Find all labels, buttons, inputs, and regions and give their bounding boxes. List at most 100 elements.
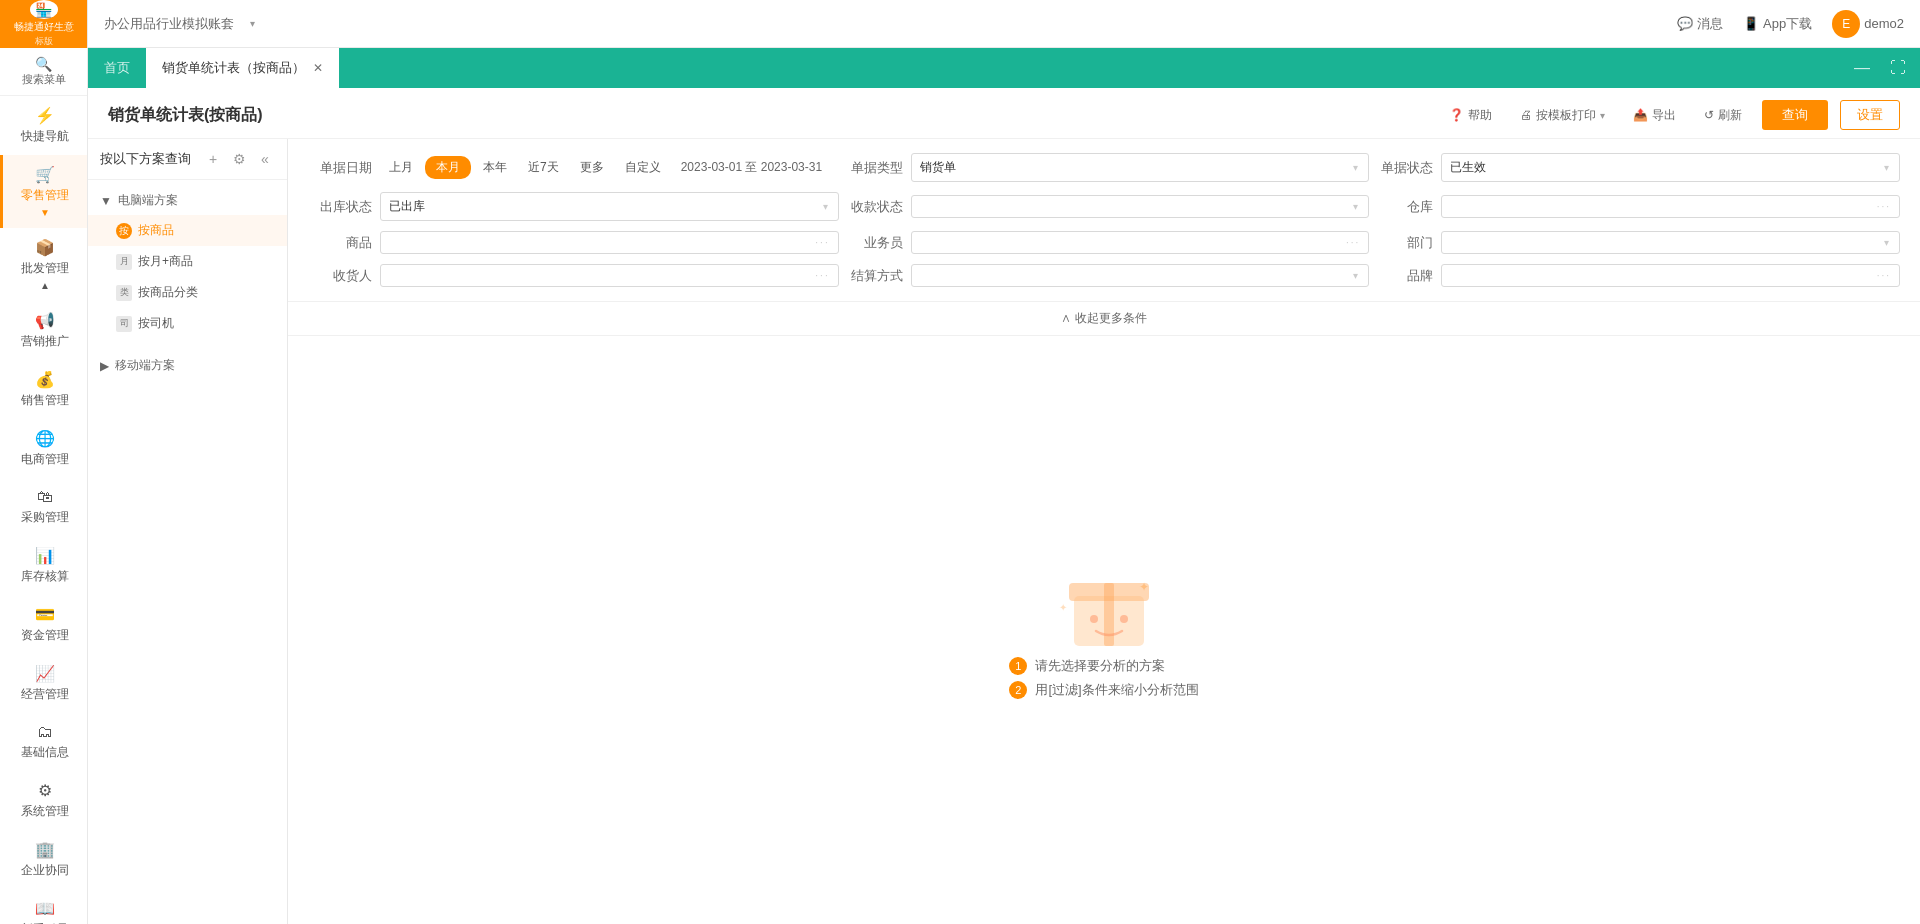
payment-filter-group: ▾ <box>911 264 1370 287</box>
staff-input[interactable]: ··· <box>911 231 1370 254</box>
brand-label: 品牌 <box>1369 267 1441 285</box>
date-filter-group: 上月 本月 本年 近7天 更多 自定义 2023-03-01 至 2023-03… <box>380 155 839 180</box>
message-icon: 💬 <box>1677 16 1693 31</box>
active-dot-icon: 按 <box>116 223 132 239</box>
setting-button[interactable]: 设置 <box>1840 100 1900 130</box>
warehouse-dots: ··· <box>1877 201 1891 212</box>
date-btn-this-year[interactable]: 本年 <box>474 155 516 180</box>
date-btn-this-month[interactable]: 本月 <box>425 156 471 179</box>
warehouse-select[interactable]: ··· <box>1441 195 1900 218</box>
purchase-icon: 🛍 <box>37 488 53 506</box>
user-action[interactable]: E demo2 <box>1832 10 1904 38</box>
filter-row-3: 商品 ··· 业务员 ··· <box>308 231 1900 254</box>
type-select[interactable]: 销货单 ▾ <box>911 153 1370 182</box>
dept-select[interactable]: ▾ <box>1441 231 1900 254</box>
sidebar-item-ecom[interactable]: 🌐 电商管理 <box>0 419 87 478</box>
date-btn-7days[interactable]: 近7天 <box>519 155 568 180</box>
sidebar-item-system[interactable]: ⚙ 系统管理 <box>0 771 87 830</box>
retail-icon: 🛒 <box>35 165 55 184</box>
receiver-label: 收货人 <box>308 267 380 285</box>
tab-expand-btn[interactable]: ⛶ <box>1884 54 1912 82</box>
settings-scheme-icon[interactable]: ⚙ <box>229 149 249 169</box>
sidebar-item-inventory[interactable]: 📊 库存核算 <box>0 536 87 595</box>
refresh-btn[interactable]: ↺ 刷新 <box>1696 103 1750 128</box>
help-btn[interactable]: ❓ 帮助 <box>1441 103 1500 128</box>
tree-group-mobile-arrow: ▶ <box>100 359 109 373</box>
stock-select[interactable]: 已出库 ▾ <box>380 192 839 221</box>
tab-minimize-btn[interactable]: — <box>1848 54 1876 82</box>
date-btn-more[interactable]: 更多 <box>571 155 613 180</box>
filter-row-4: 收货人 ··· 结算方式 ▾ <box>308 264 1900 287</box>
brand-input[interactable]: ··· <box>1441 264 1900 287</box>
add-scheme-icon[interactable]: + <box>203 149 223 169</box>
tab-sales-stats[interactable]: 销货单统计表（按商品） ✕ <box>146 48 339 88</box>
sidebar-search-menu[interactable]: 🔍 搜索菜单 <box>0 48 87 96</box>
receipt-select[interactable]: ▾ <box>911 195 1370 218</box>
sidebar-item-finance[interactable]: 💳 资金管理 <box>0 595 87 654</box>
type-label: 单据类型 <box>839 159 911 177</box>
stock-dropdown-icon: ▾ <box>823 201 830 212</box>
avatar: E <box>1832 10 1860 38</box>
sidebar-item-base[interactable]: 🗂 基础信息 <box>0 713 87 771</box>
tip1-text: 请先选择要分析的方案 <box>1035 657 1165 675</box>
tree-group-mobile-title[interactable]: ▶ 移动端方案 <box>88 351 287 380</box>
page-title: 销货单统计表(按商品) <box>108 105 263 126</box>
tab-home-label: 首页 <box>104 59 130 77</box>
status-select[interactable]: 已生效 ▾ <box>1441 153 1900 182</box>
page-content: 销货单统计表(按商品) ❓ 帮助 🖨 按模板打印 ▾ 📤 导出 ↺ 刷新 <box>88 88 1920 924</box>
tree-item-by-month-goods[interactable]: 月 按月+商品 <box>88 246 287 277</box>
sidebar-item-purchase[interactable]: 🛍 采购管理 <box>0 478 87 536</box>
wholesale-icon: 📦 <box>35 238 55 257</box>
refresh-icon: ↺ <box>1704 108 1714 122</box>
staff-label: 业务员 <box>839 234 911 252</box>
dept-dropdown-icon: ▾ <box>1884 237 1891 248</box>
goods-filter-group: ··· <box>380 231 839 254</box>
date-btn-custom[interactable]: 自定义 <box>616 155 670 180</box>
sidebar-item-wholesale[interactable]: 📦 批发管理 ▲ <box>0 228 87 301</box>
brand-filter-group: ··· <box>1441 264 1900 287</box>
export-icon: 📤 <box>1633 108 1648 122</box>
industry-dropdown-icon[interactable]: ▾ <box>250 18 255 29</box>
collapse-bar[interactable]: ∧ 收起更多条件 <box>288 302 1920 336</box>
sidebar-item-marketing[interactable]: 📢 营销推广 <box>0 301 87 360</box>
tree-item-by-goods[interactable]: 按 按商品 <box>88 215 287 246</box>
guide-icon: 📖 <box>35 899 55 918</box>
receiver-filter-group: ··· <box>380 264 839 287</box>
date-btn-last-month[interactable]: 上月 <box>380 155 422 180</box>
main-area: 办公用品行业模拟账套 ▾ 💬 消息 📱 App下载 E demo2 首页 销货单… <box>88 0 1920 924</box>
dept-filter-group: ▾ <box>1441 231 1900 254</box>
tree-item-by-driver[interactable]: 司 按司机 <box>88 308 287 339</box>
doc-status-label: 单据状态 <box>1369 159 1441 177</box>
left-panel-title: 按以下方案查询 <box>100 150 191 168</box>
message-action[interactable]: 💬 消息 <box>1677 15 1723 33</box>
template-print-btn[interactable]: 🖨 按模板打印 ▾ <box>1512 103 1613 128</box>
tree-group-desktop-title[interactable]: ▼ 电脑端方案 <box>88 186 287 215</box>
stock-value: 已出库 <box>389 198 425 215</box>
payment-select[interactable]: ▾ <box>911 264 1370 287</box>
goods-input[interactable]: ··· <box>380 231 839 254</box>
category-icon: 类 <box>116 285 132 301</box>
left-panel-icons: + ⚙ « <box>203 149 275 169</box>
sidebar-item-sales[interactable]: 💰 销售管理 <box>0 360 87 419</box>
app-download-action[interactable]: 📱 App下载 <box>1743 15 1812 33</box>
content-area: ✦ ✦ 1 请先选择要分析的方案 2 用[过滤]条件来缩小分析范围 <box>288 336 1920 924</box>
receiver-input[interactable]: ··· <box>380 264 839 287</box>
export-btn[interactable]: 📤 导出 <box>1625 103 1684 128</box>
tab-home[interactable]: 首页 <box>88 48 146 88</box>
sidebar-item-guide[interactable]: 📖 新手引导 <box>0 889 87 924</box>
topbar: 办公用品行业模拟账套 ▾ 💬 消息 📱 App下载 E demo2 <box>88 0 1920 48</box>
tab-close-icon[interactable]: ✕ <box>313 61 323 75</box>
left-panel: 按以下方案查询 + ⚙ « ▼ 电脑端方案 按 按商品 <box>88 139 288 924</box>
collapse-panel-icon[interactable]: « <box>255 149 275 169</box>
receiver-dots: ··· <box>815 270 829 281</box>
sidebar-item-ops[interactable]: 📈 经营管理 <box>0 654 87 713</box>
staff-dots: ··· <box>1346 237 1360 248</box>
base-icon: 🗂 <box>37 723 53 741</box>
sidebar-item-corp[interactable]: 🏢 企业协同 <box>0 830 87 889</box>
empty-tip-1: 1 请先选择要分析的方案 <box>1009 657 1198 675</box>
receipt-filter-group: ▾ <box>911 195 1370 218</box>
sidebar-item-retail[interactable]: 🛒 零售管理 ▼ <box>0 155 87 228</box>
tree-item-by-category[interactable]: 类 按商品分类 <box>88 277 287 308</box>
query-button[interactable]: 查询 <box>1762 100 1828 130</box>
sidebar-item-quick-nav[interactable]: ⚡ 快捷导航 <box>0 96 87 155</box>
